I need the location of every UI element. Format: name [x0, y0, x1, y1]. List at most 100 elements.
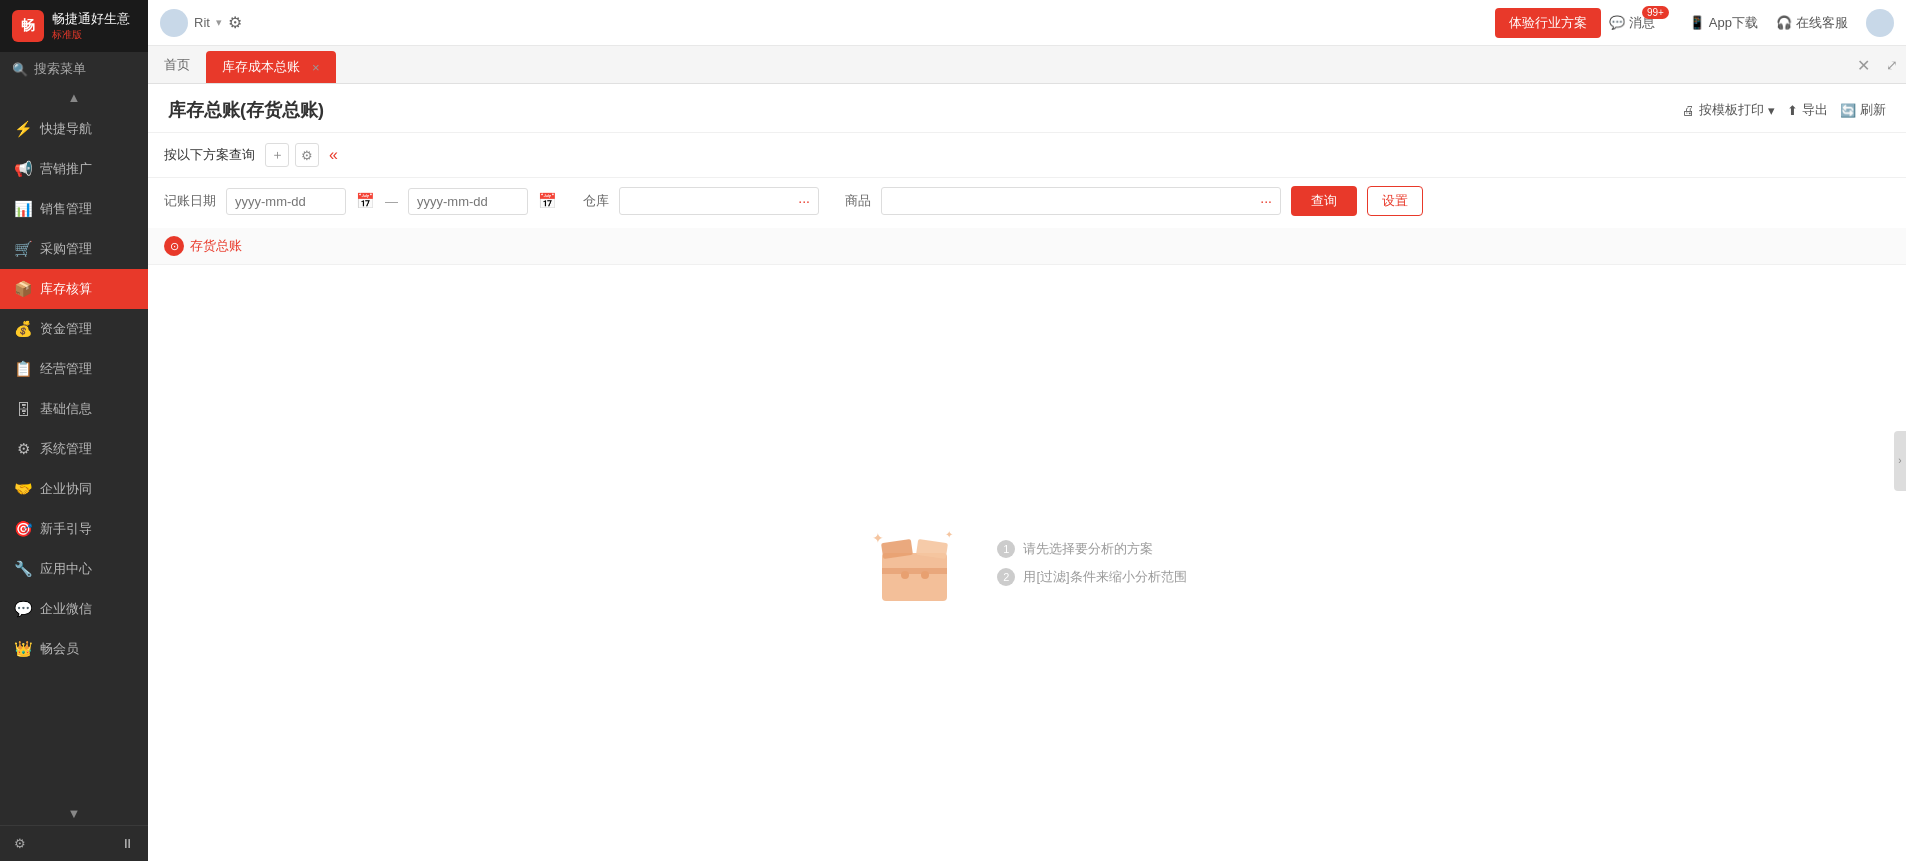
print-btn[interactable]: 🖨 按模板打印 ▾ [1682, 101, 1775, 119]
page-actions: 🖨 按模板打印 ▾ ⬆ 导出 🔄 刷新 [1682, 101, 1886, 119]
industry-btn[interactable]: 体验行业方案 [1495, 8, 1601, 38]
sidebar-item-operations[interactable]: 📋 经营管理 [0, 349, 148, 389]
tab-active-label: 库存成本总账 [222, 58, 300, 76]
headset-icon: 🎧 [1776, 15, 1792, 30]
sidebar-item-cooperation[interactable]: 🤝 企业协同 [0, 469, 148, 509]
date-start-input[interactable] [226, 188, 346, 215]
tabbar-expand-btn[interactable]: ⤢ [1886, 57, 1898, 73]
refresh-btn[interactable]: 🔄 刷新 [1840, 101, 1886, 119]
messages-badge: 99+ [1642, 6, 1669, 19]
sidebar-item-finance[interactable]: 💰 资金管理 [0, 309, 148, 349]
settings-button[interactable]: 设置 [1367, 186, 1423, 216]
sidebar-item-label: 采购管理 [40, 240, 92, 258]
sidebar-item-guide[interactable]: 🎯 新手引导 [0, 509, 148, 549]
sidebar-item-basic-info[interactable]: 🗄 基础信息 [0, 389, 148, 429]
config-filter-btn[interactable]: ⚙ [295, 143, 319, 167]
sidebar-item-marketing[interactable]: 📢 营销推广 [0, 149, 148, 189]
tabbar: 首页 库存成本总账 × ✕ ⤢ [148, 46, 1906, 84]
goods-select[interactable]: ··· [881, 187, 1281, 215]
app-center-icon: 🔧 [14, 560, 32, 578]
filter-row: 记账日期 📅 — 📅 仓库 ··· 商品 ··· 查询 设置 [148, 178, 1906, 228]
svg-rect-3 [882, 568, 947, 574]
right-panel-toggle[interactable]: › [1894, 431, 1906, 491]
cooperation-icon: 🤝 [14, 480, 32, 498]
sidebar-footer: ⚙ ⏸ [0, 825, 148, 861]
tab-close-icon[interactable]: × [312, 60, 320, 75]
sidebar-item-label: 销售管理 [40, 200, 92, 218]
scheme-item-label: 存货总账 [190, 237, 242, 255]
goods-more-icon[interactable]: ··· [1260, 193, 1272, 209]
date-field-label: 记账日期 [164, 192, 216, 210]
svg-point-4 [901, 571, 909, 579]
sidebar-item-label: 库存核算 [40, 280, 92, 298]
svg-text:✦: ✦ [872, 530, 884, 546]
app-name-block: 畅捷通好生意 标准版 [52, 10, 130, 42]
warehouse-more-icon[interactable]: ··· [798, 193, 810, 209]
search-menu[interactable]: 🔍 搜索菜单 [0, 52, 148, 86]
tab-home[interactable]: 首页 [148, 49, 206, 83]
sidebar-item-member[interactable]: 👑 畅会员 [0, 629, 148, 669]
online-service-label: 在线客服 [1796, 14, 1848, 32]
warehouse-select[interactable]: ··· [619, 187, 819, 215]
calendar-start-icon[interactable]: 📅 [356, 192, 375, 210]
sidebar-item-sales[interactable]: 📊 销售管理 [0, 189, 148, 229]
page-header: 库存总账(存货总账) 🖨 按模板打印 ▾ ⬆ 导出 🔄 刷新 [148, 84, 1906, 133]
topbar-right-avatar [1866, 9, 1894, 37]
user-avatar [160, 9, 188, 37]
filter-bar-label: 按以下方案查询 [164, 146, 255, 164]
scheme-area: ⊙ 存货总账 [148, 228, 1906, 265]
sidebar-settings-icon[interactable]: ⚙ [14, 836, 26, 851]
scroll-up-btn[interactable]: ▲ [0, 86, 148, 109]
sidebar-item-purchase[interactable]: 🛒 采购管理 [0, 229, 148, 269]
export-label: 导出 [1802, 101, 1828, 119]
marketing-icon: 📢 [14, 160, 32, 178]
guide-icon: 🎯 [14, 520, 32, 538]
content-area: 库存总账(存货总账) 🖨 按模板打印 ▾ ⬆ 导出 🔄 刷新 按以下方案查询 [148, 84, 1906, 861]
topbar-settings-icon[interactable]: ⚙ [228, 13, 242, 32]
add-filter-btn[interactable]: ＋ [265, 143, 289, 167]
sidebar: 畅 畅捷通好生意 标准版 🔍 搜索菜单 ▲ ⚡ 快捷导航 📢 营销推广 📊 销售… [0, 0, 148, 861]
search-icon: 🔍 [12, 62, 28, 77]
scroll-down-btn[interactable]: ▼ [0, 802, 148, 825]
sidebar-item-system[interactable]: ⚙ 系统管理 [0, 429, 148, 469]
basic-info-icon: 🗄 [14, 401, 32, 418]
filter-collapse-btn[interactable]: « [329, 146, 338, 164]
sidebar-item-app-center[interactable]: 🔧 应用中心 [0, 549, 148, 589]
topbar-right: 💬 消息 99+ 📱 App下载 🎧 在线客服 [1609, 9, 1894, 37]
purchase-icon: 🛒 [14, 240, 32, 258]
sidebar-item-label: 企业微信 [40, 600, 92, 618]
tab-inventory-ledger[interactable]: 库存成本总账 × [206, 51, 336, 83]
query-button[interactable]: 查询 [1291, 186, 1357, 216]
app-logo-icon: 畅 [12, 10, 44, 42]
print-label: 按模板打印 [1699, 101, 1764, 119]
sidebar-item-label: 基础信息 [40, 400, 92, 418]
sidebar-toggle-icon[interactable]: ⏸ [121, 836, 134, 851]
hint-text-1: 请先选择要分析的方案 [1023, 540, 1153, 558]
online-service-btn[interactable]: 🎧 在线客服 [1776, 14, 1848, 32]
topbar-user-area: Rit ▾ ⚙ [160, 9, 1487, 37]
svg-rect-0 [882, 553, 947, 601]
export-btn[interactable]: ⬆ 导出 [1787, 101, 1828, 119]
system-icon: ⚙ [14, 440, 32, 458]
sidebar-item-inventory[interactable]: 📦 库存核算 [0, 269, 148, 309]
sidebar-item-wechat[interactable]: 💬 企业微信 [0, 589, 148, 629]
warehouse-label: 仓库 [583, 192, 609, 210]
date-end-input[interactable] [408, 188, 528, 215]
sidebar-item-label: 资金管理 [40, 320, 92, 338]
message-icon: 💬 [1609, 15, 1625, 30]
print-dropdown-icon[interactable]: ▾ [1768, 103, 1775, 118]
dropdown-icon[interactable]: ▾ [216, 16, 222, 29]
hint-number-1: 1 [997, 540, 1015, 558]
topbar: Rit ▾ ⚙ 体验行业方案 💬 消息 99+ 📱 App下载 🎧 在线客服 [148, 0, 1906, 46]
scheme-item-inventory[interactable]: ⊙ 存货总账 [164, 236, 242, 256]
sidebar-item-label: 畅会员 [40, 640, 79, 658]
refresh-label: 刷新 [1860, 101, 1886, 119]
tabbar-close-btn[interactable]: ✕ [1857, 55, 1870, 74]
app-download-btn[interactable]: 📱 App下载 [1689, 14, 1758, 32]
sidebar-item-label: 营销推广 [40, 160, 92, 178]
sidebar-item-quick-nav[interactable]: ⚡ 快捷导航 [0, 109, 148, 149]
messages-btn[interactable]: 💬 消息 99+ [1609, 14, 1655, 32]
calendar-end-icon[interactable]: 📅 [538, 192, 557, 210]
sidebar-item-label: 系统管理 [40, 440, 92, 458]
finance-icon: 💰 [14, 320, 32, 338]
